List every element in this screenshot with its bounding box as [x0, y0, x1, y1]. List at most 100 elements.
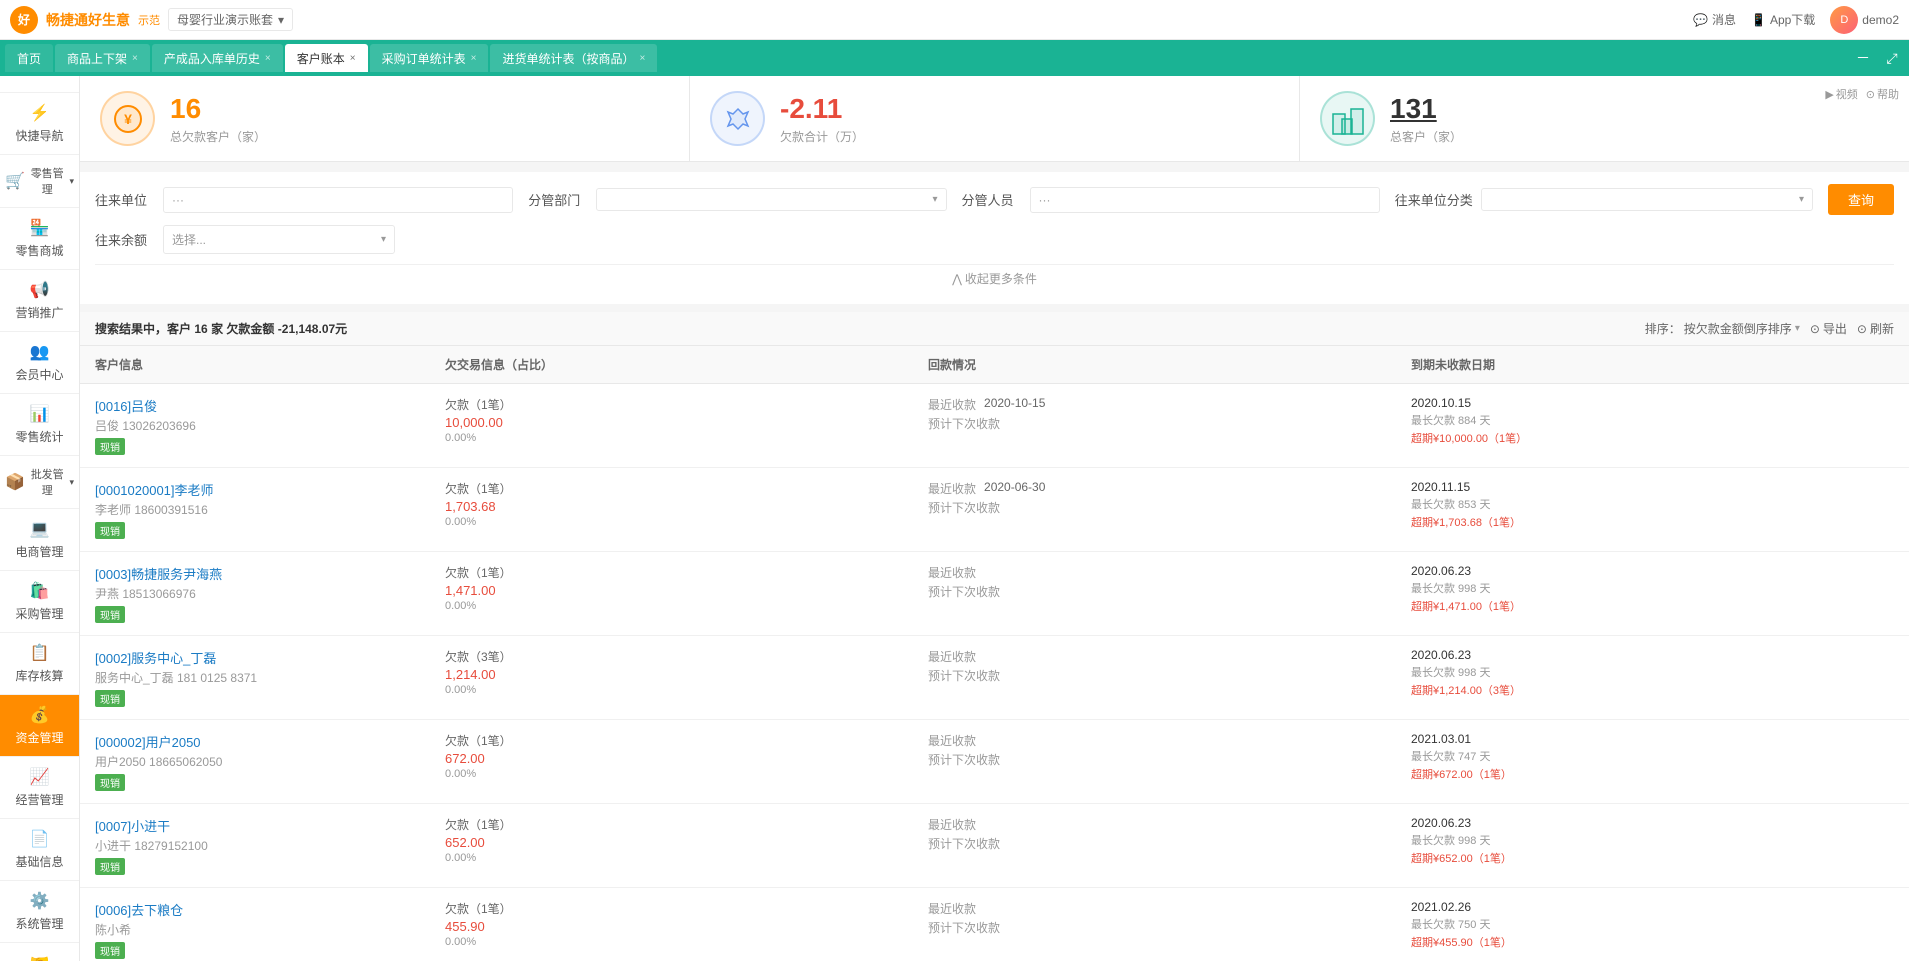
tab-purchase-stats[interactable]: 进货单统计表（按商品） × [490, 44, 657, 72]
video-btn[interactable]: ▶ 视频 [1825, 86, 1857, 102]
return-row-0-next: 预计下次收款 [928, 415, 1411, 432]
customer-name-6[interactable]: [0006]去下粮仓 [95, 900, 445, 919]
ops-icon: 📈 [30, 767, 50, 787]
overdue-amount-4[interactable]: 超期¥672.00（1笔） [1411, 766, 1894, 782]
table-row: [0003]畅捷服务尹海燕 尹燕 18513066976 现销 欠款（1笔） 1… [80, 552, 1909, 636]
return-label-last: 最近收款 [928, 900, 976, 917]
unit-type-select[interactable]: ▾ [1481, 188, 1813, 211]
balance-select[interactable]: 选择... ▾ [163, 225, 395, 254]
overdue-amount-2[interactable]: 超期¥1,471.00（1笔） [1411, 598, 1894, 614]
debt-percent-4: 0.00% [445, 768, 928, 780]
filter-row-2: 往来余额 选择... ▾ [95, 225, 1894, 254]
stat-card-debt-amount: -2.11 欠款合计（万） [690, 76, 1300, 161]
company-selector[interactable]: 母婴行业演示账套 ▾ [168, 8, 293, 31]
app-download-btn[interactable]: 📱 App下载 [1751, 11, 1815, 28]
customer-phone-5: 小进干 18279152100 [95, 837, 445, 854]
tab-maximize-btn[interactable]: ⤢ [1880, 46, 1904, 70]
finance-icon: 💰 [30, 705, 50, 725]
table-row: [0016]吕俊 吕俊 13026203696 现销 欠款（1笔） 10,000… [80, 384, 1909, 468]
sidebar-item-retail-mgmt-label: 零售管理 [28, 165, 67, 197]
message-icon: 💬 [1693, 13, 1708, 27]
sort-selector[interactable]: 排序： 按欠款金额倒序排序 ▾ [1645, 320, 1800, 337]
member-icon: 👥 [30, 342, 50, 362]
export-btn[interactable]: ⊙ 导出 [1810, 320, 1847, 337]
sidebar-item-member[interactable]: 👥 会员中心 [0, 332, 79, 394]
top-header: 好 畅捷通好生意 示范 母婴行业演示账套 ▾ 💬 消息 📱 App下载 D de… [0, 0, 1909, 40]
sidebar-item-marketing[interactable]: 📢 营销推广 [0, 270, 79, 332]
sidebar-item-enterprise[interactable]: 🤝 企业协同 [0, 943, 79, 961]
debt-info-0: 欠款（1笔） 10,000.00 0.00% [445, 396, 928, 455]
sidebar-item-batch-mgmt[interactable]: 📦 批发管理 ▾ [0, 456, 79, 509]
close-icon[interactable]: × [639, 53, 645, 64]
return-label-next: 预计下次收款 [928, 919, 1000, 936]
overdue-amount-0[interactable]: 超期¥10,000.00（1笔） [1411, 430, 1894, 446]
customer-name-2[interactable]: [0003]畅捷服务尹海燕 [95, 564, 445, 583]
sidebar-item-inventory[interactable]: 📋 库存核算 [0, 633, 79, 695]
sidebar-item-system[interactable]: ⚙️ 系统管理 [0, 881, 79, 943]
results-debt-label: 欠款金额 [226, 322, 274, 336]
debt-percent-3: 0.00% [445, 684, 928, 696]
help-btn[interactable]: ⊙ 帮助 [1866, 86, 1899, 102]
message-btn[interactable]: 💬 消息 [1693, 11, 1736, 28]
tab-product-list[interactable]: 商品上下架 × [55, 44, 150, 72]
col-return-info: 回款情况 [928, 356, 1411, 373]
debt-count-2: 欠款（1笔） [445, 564, 928, 581]
customer-name-1[interactable]: [0001020001]李老师 [95, 480, 445, 499]
tab-customer-account[interactable]: 客户账本 × [285, 44, 368, 72]
close-icon[interactable]: × [265, 53, 271, 64]
user-area[interactable]: D demo2 [1830, 6, 1899, 34]
export-label: 导出 [1823, 320, 1847, 337]
overdue-days-6: 最长欠款 750 天 [1411, 916, 1894, 932]
sidebar-item-ops-label: 经营管理 [15, 791, 63, 808]
overdue-amount-3[interactable]: 超期¥1,214.00（3笔） [1411, 682, 1894, 698]
customer-name-4[interactable]: [000002]用户2050 [95, 732, 445, 751]
overdue-info-0: 2020.10.15 最长欠款 884 天 超期¥10,000.00（1笔） [1411, 396, 1894, 455]
return-label-last: 最近收款 [928, 480, 976, 497]
sidebar-item-member-label: 会员中心 [15, 366, 63, 383]
debt-amount-5: 652.00 [445, 835, 928, 850]
filter-collapse-btn[interactable]: ⋀ 收起更多条件 [95, 264, 1894, 292]
customer-name-3[interactable]: [0002]服务中心_丁磊 [95, 648, 445, 667]
person-input[interactable]: ··· [1030, 187, 1380, 213]
sidebar-item-finance[interactable]: 💰 资金管理 [0, 695, 79, 757]
balance-placeholder: 选择... [172, 231, 206, 248]
sidebar-item-retail-stats[interactable]: 📊 零售统计 [0, 394, 79, 456]
sidebar-item-retail-store[interactable]: 🏪 零售商城 [0, 208, 79, 270]
customer-name-5[interactable]: [0007]小进干 [95, 816, 445, 835]
tab-product-history[interactable]: 产成品入库单历史 × [152, 44, 283, 72]
customer-tag-3: 现销 [95, 690, 125, 707]
overdue-amount-1[interactable]: 超期¥1,703.68（1笔） [1411, 514, 1894, 530]
inventory-icon: 📋 [30, 643, 50, 663]
refresh-label: 刷新 [1870, 320, 1894, 337]
sidebar-item-retail-mgmt[interactable]: 🛒 零售管理 ▾ [0, 155, 79, 208]
tab-home[interactable]: 首页 [5, 44, 53, 72]
sidebar-item-basic-info[interactable]: 📄 基础信息 [0, 819, 79, 881]
from-unit-input[interactable]: ··· [163, 187, 513, 213]
sidebar-item-ops[interactable]: 📈 经营管理 [0, 757, 79, 819]
enterprise-icon: 🤝 [30, 953, 50, 961]
dept-select[interactable]: ▾ [596, 188, 946, 211]
tab-minimize-btn[interactable]: － [1851, 46, 1875, 70]
sidebar-item-purchase[interactable]: 🛍️ 采购管理 [0, 571, 79, 633]
refresh-btn[interactable]: ⊙ 刷新 [1857, 320, 1894, 337]
close-icon[interactable]: × [350, 53, 356, 64]
customer-tag-0: 现销 [95, 438, 125, 455]
tab-purchase-order[interactable]: 采购订单统计表 × [370, 44, 489, 72]
overdue-days-3: 最长欠款 998 天 [1411, 664, 1894, 680]
logo-area: 好 畅捷通好生意 示范 母婴行业演示账套 ▾ [10, 6, 293, 34]
close-icon[interactable]: × [132, 53, 138, 64]
debt-percent-0: 0.00% [445, 432, 928, 444]
close-icon[interactable]: × [471, 53, 477, 64]
chevron-down-icon: ▾ [932, 194, 937, 205]
batch-icon: 📦 [5, 472, 25, 492]
customer-name-0[interactable]: [0016]吕俊 [95, 396, 445, 415]
username: demo2 [1862, 13, 1899, 27]
sidebar-item-ecommerce[interactable]: 💻 电商管理 [0, 509, 79, 571]
sidebar-item-fast-nav[interactable]: ⚡ 快捷导航 [0, 93, 79, 155]
debt-amount-2: 1,471.00 [445, 583, 928, 598]
overdue-amount-6[interactable]: 超期¥455.90（1笔） [1411, 934, 1894, 950]
overdue-amount-5[interactable]: 超期¥652.00（1笔） [1411, 850, 1894, 866]
debt-info-1: 欠款（1笔） 1,703.68 0.00% [445, 480, 928, 539]
data-table: 客户信息 欠交易信息（占比） 回款情况 到期未收款日期 [0016]吕俊 吕俊 … [80, 346, 1909, 961]
search-btn[interactable]: 查询 [1828, 184, 1894, 215]
